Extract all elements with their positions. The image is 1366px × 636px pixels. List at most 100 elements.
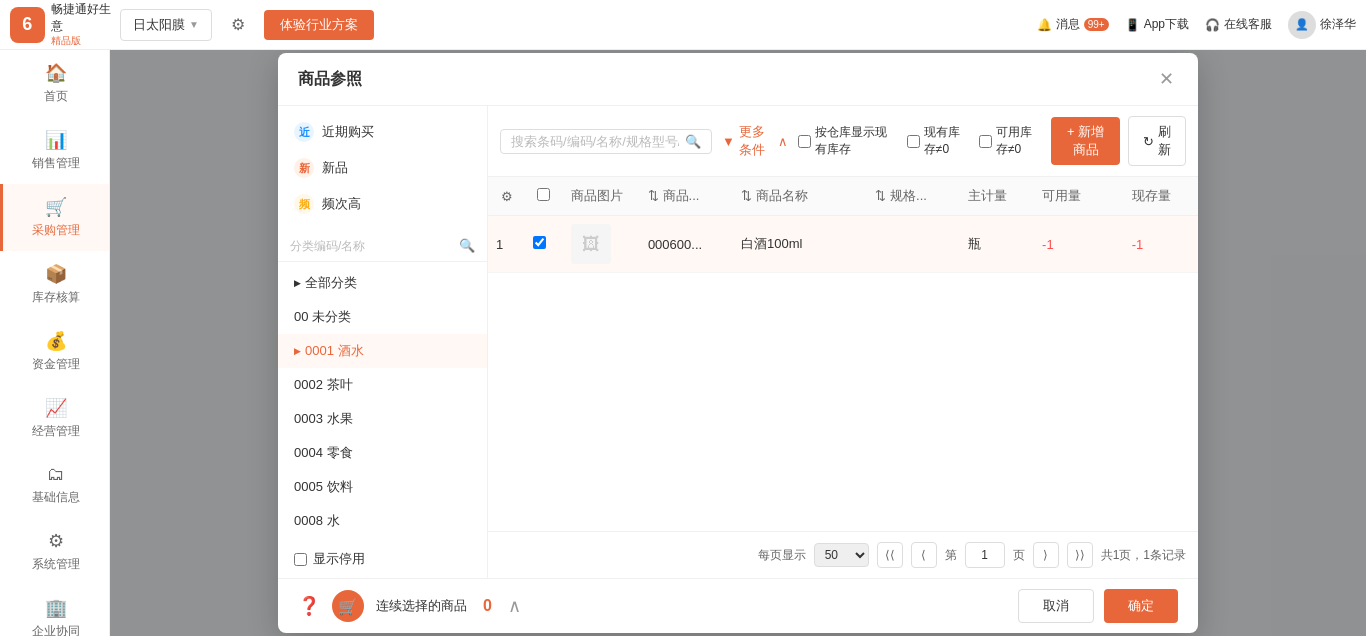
refresh-button[interactable]: ↻ 刷新: [1128, 116, 1186, 166]
sidebar-item-label: 首页: [44, 88, 68, 105]
basic-icon: 🗂: [47, 464, 65, 485]
category-0005[interactable]: 0005 饮料: [278, 470, 487, 504]
modal-close-button[interactable]: ✕: [1154, 67, 1178, 91]
logo-icon: 6: [10, 7, 45, 43]
row-checkbox[interactable]: [533, 236, 546, 249]
page-size-label: 每页显示: [758, 547, 806, 564]
category-0004[interactable]: 0004 零食: [278, 436, 487, 470]
sidebar-item-system[interactable]: ⚙ 系统管理: [0, 518, 109, 585]
last-page-button[interactable]: ⟩⟩: [1067, 542, 1093, 568]
sidebar-item-label: 采购管理: [32, 222, 80, 239]
product-search-wrap: 🔍: [500, 129, 712, 154]
quick-item-freq[interactable]: 频 频次高: [278, 186, 487, 222]
sort-icon: ⇅: [648, 188, 659, 203]
operation-icon: 📈: [45, 397, 67, 419]
sidebar-item-enterprise[interactable]: 🏢 企业协同: [0, 585, 109, 636]
sidebar-item-finance[interactable]: 💰 资金管理: [0, 318, 109, 385]
notice-button[interactable]: 🔔 消息 99+: [1037, 16, 1109, 33]
enterprise-icon: 🏢: [45, 597, 67, 619]
show-disabled-checkbox[interactable]: [294, 553, 307, 566]
footer-buttons: 取消 确定: [1018, 589, 1178, 623]
recent-icon: 近: [294, 122, 314, 142]
quick-item-new[interactable]: 新 新品: [278, 150, 487, 186]
cart-count: 0: [479, 597, 496, 615]
pagination-bar: 每页显示 50 20 100 ⟨⟨ ⟨ 第 页 ⟩: [488, 531, 1198, 578]
checkbox-avail-not-zero[interactable]: 可用库存≠0: [979, 124, 1041, 158]
store-selector[interactable]: 日太阳膜 ▼: [120, 9, 212, 41]
cart-icon[interactable]: 🛒: [332, 590, 364, 622]
page-number-input[interactable]: [965, 542, 1005, 568]
checkbox-show-stock[interactable]: 按仓库显示现有库存: [798, 124, 897, 158]
category-0002[interactable]: 0002 茶叶: [278, 368, 487, 402]
search-icon[interactable]: 🔍: [685, 134, 701, 149]
th-check: [525, 177, 562, 216]
settings-icon[interactable]: ⚙: [222, 9, 254, 41]
cell-stock: -1: [1124, 216, 1198, 273]
search-icon[interactable]: 🔍: [459, 238, 475, 253]
page-label: 第: [945, 547, 957, 564]
filter-button[interactable]: ▼ 更多条件 ∧: [722, 123, 788, 159]
phone-icon: 📱: [1125, 18, 1140, 32]
sidebar-item-inventory[interactable]: 📦 库存核算: [0, 251, 109, 318]
cancel-button[interactable]: 取消: [1018, 589, 1094, 623]
sidebar-item-label: 销售管理: [32, 155, 80, 172]
home-icon: 🏠: [45, 62, 67, 84]
sidebar-item-home[interactable]: 🏠 首页: [0, 50, 109, 117]
sidebar-item-basic[interactable]: 🗂 基础信息: [0, 452, 109, 518]
page-size-select[interactable]: 50 20 100: [814, 543, 869, 567]
category-0003[interactable]: 0003 水果: [278, 402, 487, 436]
modal-body: 近 近期购买 新 新品 频 频次高: [278, 106, 1198, 578]
sidebar-item-purchase[interactable]: 🛒 采购管理: [0, 184, 109, 251]
th-unit: 主计量: [960, 177, 1034, 216]
product-table: ⚙ 商品图片 ⇅: [488, 177, 1198, 273]
th-stock: 现存量: [1124, 177, 1198, 216]
sidebar-item-sales[interactable]: 📊 销售管理: [0, 117, 109, 184]
th-avail: 可用量: [1034, 177, 1124, 216]
category-00[interactable]: 00 未分类: [278, 300, 487, 334]
first-page-button[interactable]: ⟨⟨: [877, 542, 903, 568]
th-name[interactable]: ⇅ 商品名称: [733, 177, 867, 216]
select-all-checkbox[interactable]: [537, 188, 550, 201]
cell-code: 000600...: [640, 216, 733, 273]
bell-icon: 🔔: [1037, 18, 1052, 32]
sidebar-item-operation[interactable]: 📈 经营管理: [0, 385, 109, 452]
add-product-button[interactable]: + 新增商品: [1051, 117, 1120, 165]
app-download-button[interactable]: 📱 App下载: [1125, 16, 1189, 33]
th-spec[interactable]: ⇅ 规格...: [867, 177, 959, 216]
show-disabled-label[interactable]: 显示停用: [313, 550, 365, 568]
finance-icon: 💰: [45, 330, 67, 352]
confirm-button[interactable]: 确定: [1104, 589, 1178, 623]
prev-page-button[interactable]: ⟨: [911, 542, 937, 568]
help-icon[interactable]: ❓: [298, 595, 320, 617]
chevron-down-icon: ▼: [189, 19, 199, 30]
user-menu[interactable]: 👤 徐泽华: [1288, 11, 1356, 39]
th-code[interactable]: ⇅ 商品...: [640, 177, 733, 216]
logo-text: 畅捷通好生意 精品版: [51, 1, 120, 49]
sort-icon: ⇅: [875, 188, 886, 203]
cta-button[interactable]: 体验行业方案: [264, 10, 374, 40]
purchase-icon: 🛒: [45, 196, 67, 218]
quick-item-recent[interactable]: 近 近期购买: [278, 114, 487, 150]
table-row[interactable]: 1 🖼 000600... 白酒100ml: [488, 216, 1198, 273]
customer-service-button[interactable]: 🎧 在线客服: [1205, 16, 1272, 33]
modal-overlay: 商品参照 ✕ 近 近期购买 新: [110, 50, 1366, 636]
collapse-icon[interactable]: ∧: [508, 595, 521, 617]
checkbox-stock-not-zero[interactable]: 现有库存≠0: [907, 124, 969, 158]
left-sidebar: 🏠 首页 📊 销售管理 🛒 采购管理 📦 库存核算 💰 资金管理 📈 经营管理 …: [0, 50, 110, 636]
modal-toolbar: 🔍 ▼ 更多条件 ∧ 按仓库显示现有库存: [488, 106, 1198, 177]
next-page-button[interactable]: ⟩: [1033, 542, 1059, 568]
refresh-icon: ↻: [1143, 134, 1154, 149]
category-0008[interactable]: 0008 水: [278, 504, 487, 538]
page-suffix: 页: [1013, 547, 1025, 564]
logo-area: 6 畅捷通好生意 精品版: [10, 1, 120, 49]
category-0001[interactable]: ▶ 0001 酒水: [278, 334, 487, 368]
quick-access-section: 近 近期购买 新 新品 频 频次高: [278, 106, 487, 230]
triangle-icon: ▶: [294, 346, 301, 356]
nav-right: 🔔 消息 99+ 📱 App下载 🎧 在线客服 👤 徐泽华: [1037, 11, 1356, 39]
top-nav: 6 畅捷通好生意 精品版 日太阳膜 ▼ ⚙ 体验行业方案 🔔 消息 99+ 📱 …: [0, 0, 1366, 50]
product-search-input[interactable]: [511, 134, 679, 149]
th-settings[interactable]: ⚙: [488, 177, 525, 216]
cell-avail: -1: [1034, 216, 1124, 273]
category-search-input[interactable]: [290, 239, 453, 253]
category-all[interactable]: ▶ 全部分类: [278, 266, 487, 300]
